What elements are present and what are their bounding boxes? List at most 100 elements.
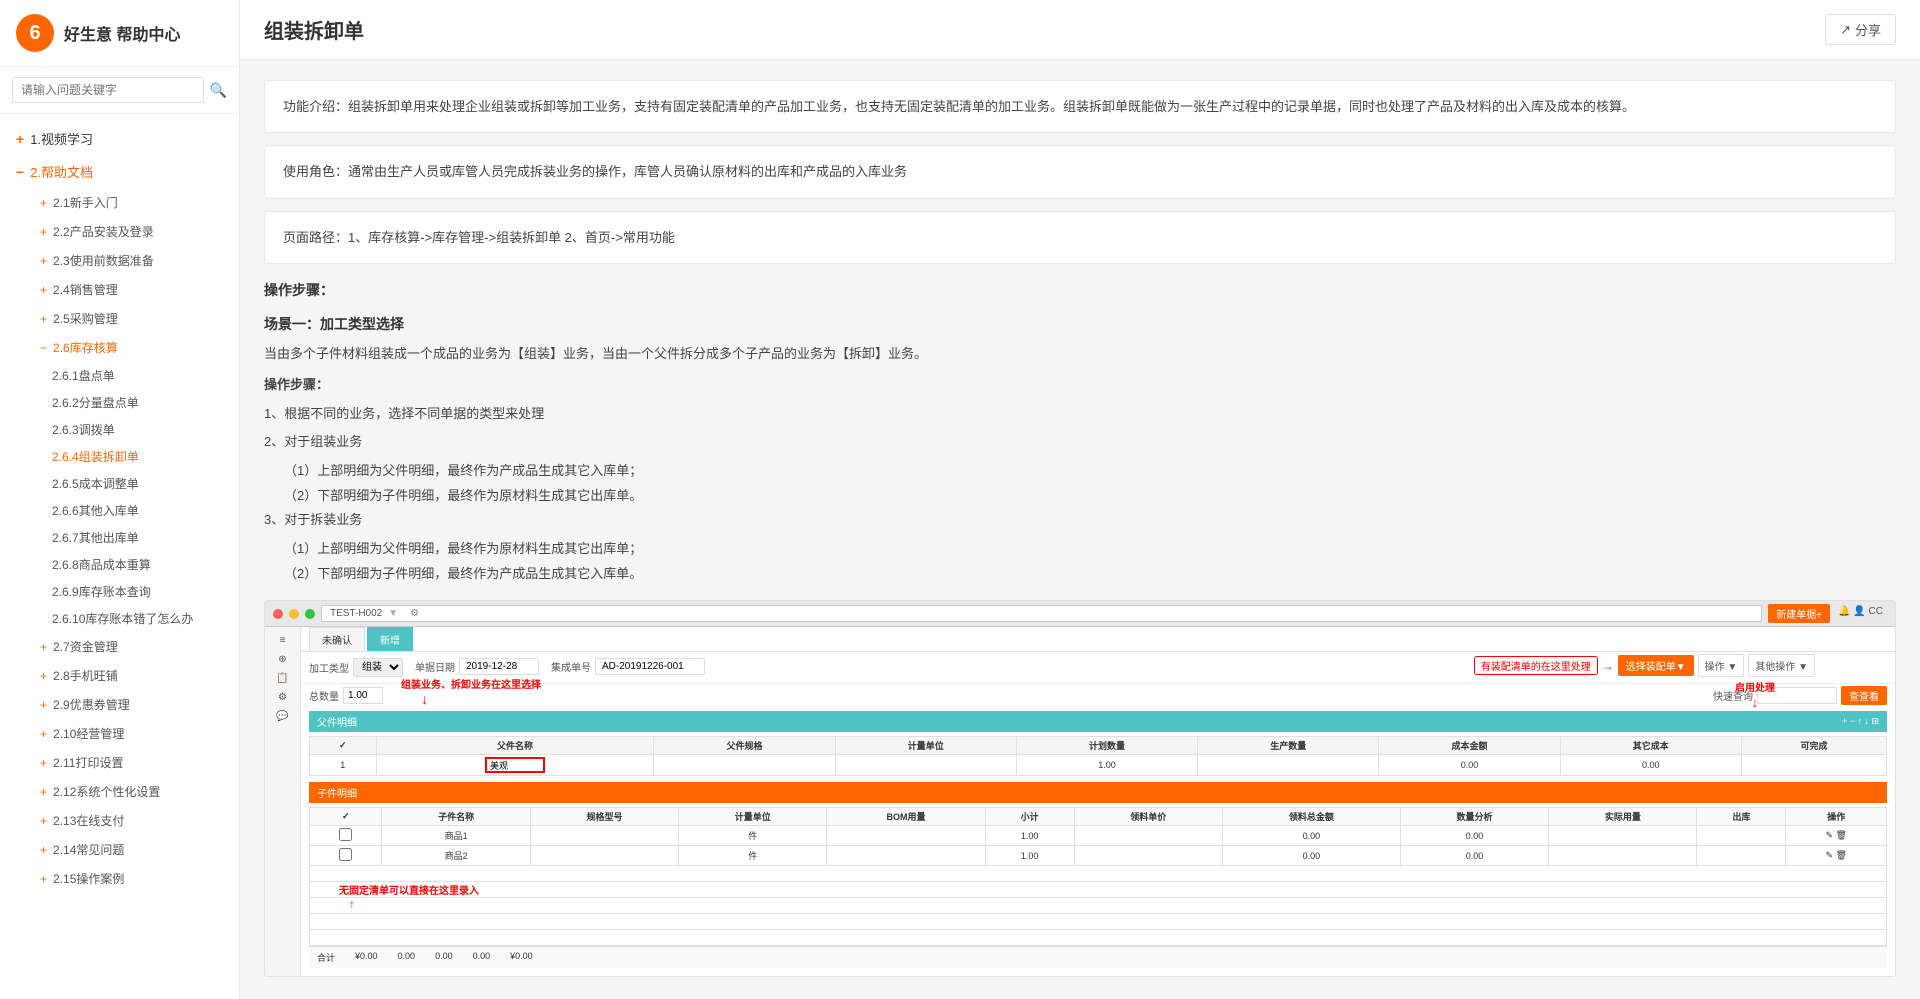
nav-subgroup-213: + 2.13在线支付 (24, 806, 239, 835)
nav-subgroup-214: + 2.14常见问题 (24, 835, 239, 864)
nav-leaf-269[interactable]: 2.6.9库存账本查询 (24, 578, 239, 605)
parent-col-other: 其它成本 (1560, 737, 1741, 755)
plus-icon-28: + (40, 669, 47, 683)
child-cell-bom-1 (827, 826, 985, 846)
nav-subgroup-28-label: 2.8手机旺铺 (53, 667, 118, 684)
nav-subgroup-214-title[interactable]: + 2.14常见问题 (24, 835, 239, 864)
nav-leaf-266[interactable]: 2.6.6其他入库单 (24, 497, 239, 524)
nav-subgroup-28-title[interactable]: + 2.8手机旺铺 (24, 661, 239, 690)
nav-subgroup-212-label: 2.12系统个性化设置 (53, 783, 160, 800)
child-row-7 (310, 930, 1887, 946)
child-col-spec: 规格型号 (530, 808, 678, 826)
nav-leaf-265[interactable]: 2.6.5成本调整单 (24, 470, 239, 497)
parent-table: ✓ 父件名称 父件规格 计量单位 计划数量 生产数量 成本金额 其它成本 可完成 (309, 736, 1887, 776)
select-bom-btn[interactable]: 选择装配单▼ (1618, 655, 1694, 676)
other-btn[interactable]: 其他操作 ▼ (1748, 654, 1815, 677)
step3-sub1: （1）上部明细为父件明细，最终作为原材料生成其它出库单； (264, 537, 1896, 562)
parent-cell-no-1: 1 (310, 755, 377, 776)
nav-group-docs: − 2.帮助文档 + 2.1新手入门 + 2.2产品安装及登录 (0, 155, 239, 893)
topbar-actions: 新建单据+ 🔔 👤 CC (1768, 604, 1887, 623)
nav-sub-docs: + 2.1新手入门 + 2.2产品安装及登录 + 2.3使用前数据准备 (0, 188, 239, 893)
child-row-6 (310, 914, 1887, 930)
scenario1-desc-text: 当由多个子件材料组装成一个成品的业务为【组装】业务，当由一个父件拆分成多个子产品… (264, 346, 927, 361)
nav-subgroup-213-title[interactable]: + 2.13在线支付 (24, 806, 239, 835)
parent-cell-other-1: 0.00 (1560, 755, 1741, 776)
nav-subgroup-29-title[interactable]: + 2.9优惠券管理 (24, 690, 239, 719)
share-button[interactable]: ↗ 分享 (1825, 14, 1896, 45)
field-type: 加工类型 组装 拆卸 (309, 658, 403, 677)
nav-subgroup-21-title[interactable]: + 2.1新手入门 (24, 188, 239, 217)
nav-group-docs-title[interactable]: − 2.帮助文档 (0, 155, 239, 188)
child-checkbox-1[interactable] (339, 828, 352, 841)
child-col-amount: 领料总金额 (1222, 808, 1400, 826)
main-header: 组装拆卸单 ↗ 分享 (240, 0, 1920, 60)
parent-name-input-1[interactable] (485, 757, 545, 773)
qty-input[interactable] (343, 687, 383, 704)
field-type-label: 加工类型 (309, 660, 349, 675)
child-checkbox-2[interactable] (339, 848, 352, 861)
nav-subgroup-23-title[interactable]: + 2.3使用前数据准备 (24, 246, 239, 275)
annotation1-bubble: 有装配清单的在这里处理 (1474, 656, 1598, 675)
nav-subgroup-211-title[interactable]: + 2.11打印设置 (24, 748, 239, 777)
nav-subgroup-27-title[interactable]: + 2.7资金管理 (24, 632, 239, 661)
parent-cell-name-1 (376, 755, 654, 776)
sub-annotation-row: 总数量 组装业务、拆卸业务在这里选择 ↓ 启用处理 ↓ (301, 684, 1895, 707)
nav-leaf-264[interactable]: 2.6.4组装拆卸单 (24, 443, 239, 470)
field-type-select[interactable]: 组装 拆卸 (353, 658, 403, 677)
path-block: 页面路径：1、库存核算->库存管理->组装拆卸单 2、首页->常用功能 (264, 211, 1896, 264)
plus-icon-23: + (40, 254, 47, 268)
intro-block: 功能介绍：组装拆卸单用来处理企业组装或拆卸等加工业务，支持有固定装配清单的产品加… (264, 80, 1896, 133)
win-min-btn (289, 609, 299, 619)
nav-leaf-268[interactable]: 2.6.8商品成本重算 (24, 551, 239, 578)
field-date-label: 单据日期 (415, 659, 455, 674)
nav-subgroup-212-title[interactable]: + 2.12系统个性化设置 (24, 777, 239, 806)
parent-col-spec: 父件规格 (654, 737, 835, 755)
nav-subgroup-26-title[interactable]: − 2.6库存核算 (24, 333, 239, 362)
nav-subgroup-210-label: 2.10经营管理 (53, 725, 124, 742)
go-btn[interactable]: 查查看 (1841, 686, 1887, 705)
field-no-input[interactable] (595, 658, 705, 675)
nav-subgroup-25-label: 2.5采购管理 (53, 310, 118, 327)
nav-subgroup-22: + 2.2产品安装及登录 (24, 217, 239, 246)
nav-icon-1: ≡ (280, 635, 286, 646)
arrow-right-icon: → (1602, 659, 1614, 673)
search-button[interactable]: 🔍 (210, 82, 227, 99)
nav-subgroup-210-title[interactable]: + 2.10经营管理 (24, 719, 239, 748)
child-cell-price-1 (1074, 826, 1222, 846)
child-cell-stock-1 (1697, 826, 1786, 846)
nav-subgroup-215-title[interactable]: + 2.15操作案例 (24, 864, 239, 893)
nav-leaf-2610[interactable]: 2.6.10库存账本错了怎么办 (24, 605, 239, 632)
new-doc-btn[interactable]: 新建单据+ (1768, 604, 1830, 623)
nav-subgroup-215-label: 2.15操作案例 (53, 870, 124, 887)
nav-subgroup-24-label: 2.4销售管理 (53, 281, 118, 298)
type-annotation: 组装业务、拆卸业务在这里选择 ↓ (401, 676, 541, 707)
search-input[interactable] (12, 77, 204, 103)
child-col-analysis: 数量分析 (1400, 808, 1548, 826)
action-btn[interactable]: 操作 ▼ (1698, 654, 1745, 677)
main-content: 功能介绍：组装拆卸单用来处理企业组装或拆卸等加工业务，支持有固定装配清单的产品加… (240, 60, 1920, 999)
search-area: 🔍 (0, 67, 239, 114)
scenario1-title: 场景一：加工类型选择 (264, 314, 1896, 334)
nav-leaf-267[interactable]: 2.6.7其他出库单 (24, 524, 239, 551)
nav-leaf-263[interactable]: 2.6.3调拨单 (24, 416, 239, 443)
nav-subgroup-24-title[interactable]: + 2.4销售管理 (24, 275, 239, 304)
child-col-name: 子件名称 (382, 808, 530, 826)
tab-new[interactable]: 新增 (367, 627, 413, 651)
child-cell-op-2: ✎ 🗑 (1786, 846, 1887, 866)
nav-leaf-262[interactable]: 2.6.2分量盘点单 (24, 389, 239, 416)
logo-icon: 6 (16, 14, 54, 52)
field-date-input[interactable] (459, 658, 539, 675)
nav-group-videos-title[interactable]: + 1.视频学习 (0, 122, 239, 155)
child-cell-op-1: ✎ 🗑 (1786, 826, 1887, 846)
child-empty-3 (310, 866, 1887, 882)
nav-subgroup-21-label: 2.1新手入门 (53, 194, 118, 211)
sidebar-nav: + 1.视频学习 − 2.帮助文档 + 2.1新手入门 (0, 114, 239, 999)
minus-icon: − (16, 164, 24, 180)
nav-subgroup-22-title[interactable]: + 2.2产品安装及登录 (24, 217, 239, 246)
footer-label: 合计 (317, 951, 335, 964)
parent-col-name: 父件名称 (376, 737, 654, 755)
child-empty-6 (310, 914, 1887, 930)
nav-leaf-261[interactable]: 2.6.1盘点单 (24, 362, 239, 389)
nav-subgroup-25-title[interactable]: + 2.5采购管理 (24, 304, 239, 333)
tab-unconfirmed[interactable]: 未确认 (309, 627, 365, 651)
